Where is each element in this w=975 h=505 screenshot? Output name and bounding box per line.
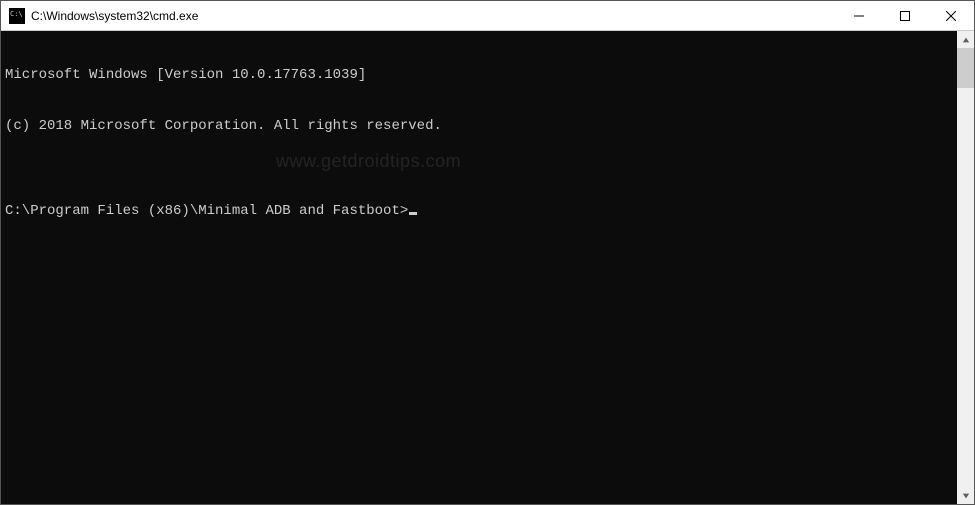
maximize-icon [900, 11, 910, 21]
cmd-window: C:\Windows\system32\cmd.exe Microsoft Wi… [0, 0, 975, 505]
window-title: C:\Windows\system32\cmd.exe [31, 9, 836, 23]
terminal-prompt: C:\Program Files (x86)\Minimal ADB and F… [5, 203, 953, 220]
window-controls [836, 1, 974, 30]
cmd-icon [9, 8, 25, 24]
watermark: www.getdroidtips.com [276, 153, 461, 170]
scroll-down-button[interactable] [957, 487, 974, 504]
cursor [409, 212, 417, 215]
maximize-button[interactable] [882, 1, 928, 30]
minimize-button[interactable] [836, 1, 882, 30]
close-icon [946, 11, 956, 21]
chevron-up-icon [962, 36, 970, 44]
titlebar[interactable]: C:\Windows\system32\cmd.exe [1, 1, 974, 31]
terminal-line: (c) 2018 Microsoft Corporation. All righ… [5, 118, 953, 135]
terminal[interactable]: Microsoft Windows [Version 10.0.17763.10… [1, 31, 957, 504]
minimize-icon [854, 11, 864, 21]
terminal-area: Microsoft Windows [Version 10.0.17763.10… [1, 31, 974, 504]
chevron-down-icon [962, 492, 970, 500]
terminal-line: Microsoft Windows [Version 10.0.17763.10… [5, 67, 953, 84]
scrollbar-thumb[interactable] [957, 48, 974, 88]
close-button[interactable] [928, 1, 974, 30]
scroll-up-button[interactable] [957, 31, 974, 48]
vertical-scrollbar[interactable] [957, 31, 974, 504]
scrollbar-track[interactable] [957, 48, 974, 487]
